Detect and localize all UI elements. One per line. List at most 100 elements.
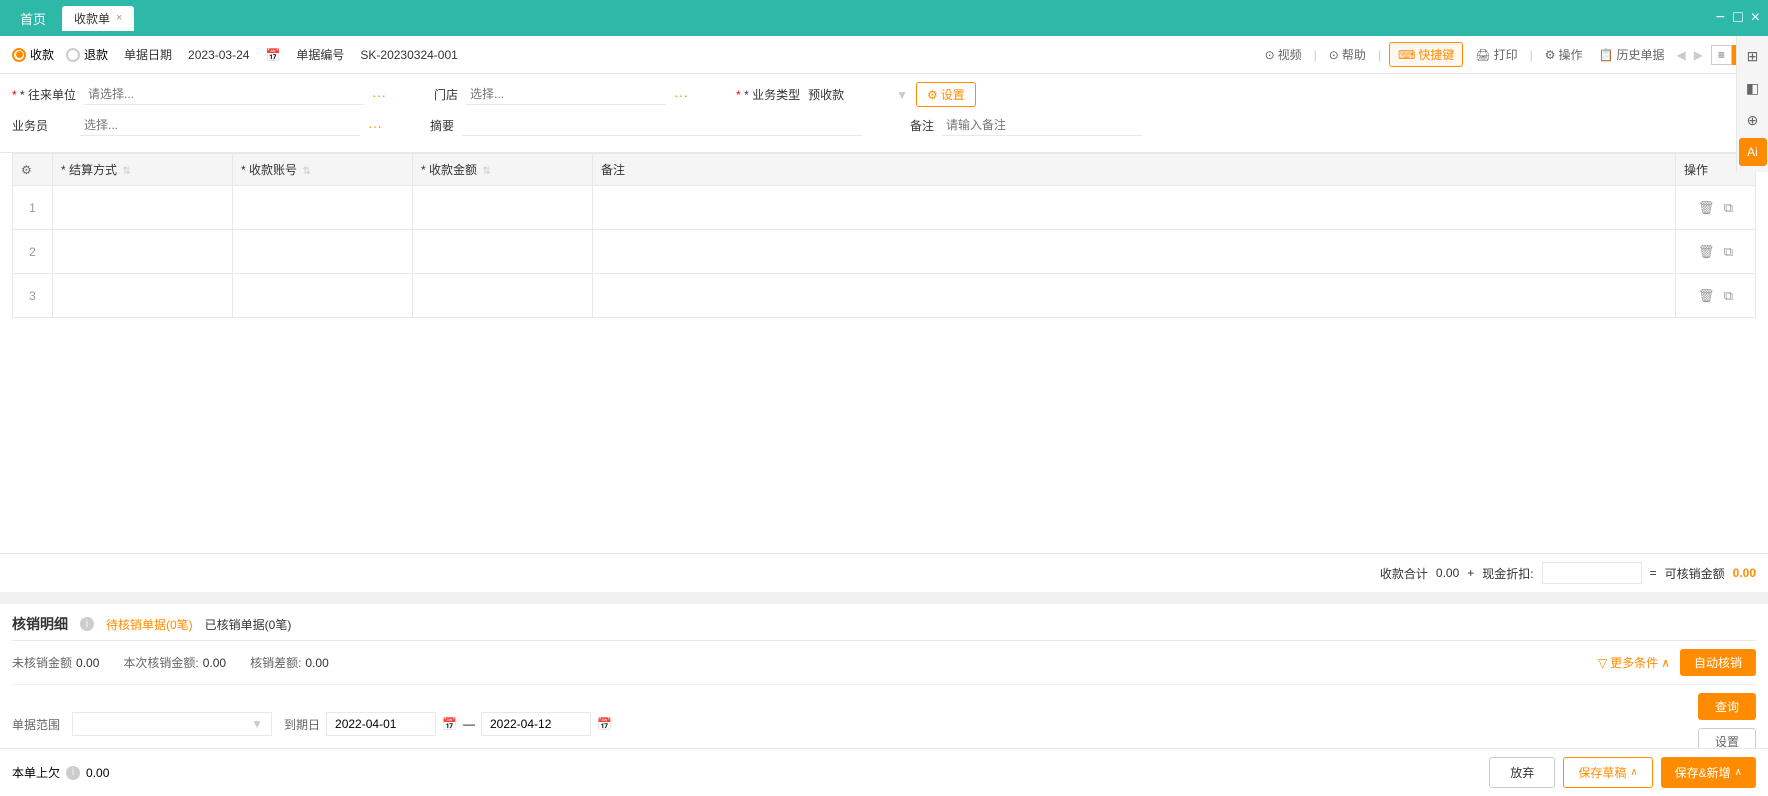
cell-note-3[interactable] — [593, 274, 1676, 318]
auto-writeoff-button[interactable]: 自动核销 — [1680, 649, 1756, 676]
sidebar-icon-ai[interactable]: Ai — [1739, 138, 1767, 166]
summary-input[interactable] — [462, 115, 862, 136]
save-draft-arrow-icon[interactable]: ∧ — [1630, 767, 1637, 778]
diff-value: 0.00 — [305, 656, 328, 670]
done-tab[interactable]: 已核销单据(0笔) — [205, 616, 292, 633]
delete-row-1-icon[interactable]: 🗑 — [1698, 200, 1715, 215]
save-new-button[interactable]: 保存&新增 ∧ — [1661, 757, 1756, 788]
copy-row-1-icon[interactable]: ⧉ — [1724, 200, 1733, 215]
staff-more-icon[interactable]: ··· — [368, 118, 382, 134]
summary-row: 收款合计 0.00 + 现金折扣: = 可核销金额 0.00 — [0, 553, 1768, 592]
cell-amount-2[interactable] — [413, 230, 593, 274]
save-new-arrow-icon[interactable]: ∧ — [1735, 767, 1742, 778]
date-to-input[interactable] — [481, 712, 591, 736]
abandon-button[interactable]: 放弃 — [1489, 757, 1555, 788]
calendar-icon[interactable]: 📅 — [265, 48, 280, 62]
note-input[interactable] — [942, 115, 1142, 136]
cell-account-1[interactable] — [233, 186, 413, 230]
cell-actions-3: 🗑 ⧉ — [1676, 274, 1756, 318]
form-type-radio: 收款 退款 — [12, 46, 108, 63]
staff-input[interactable] — [80, 115, 360, 136]
print-icon: 🖨 — [1475, 48, 1490, 62]
writeoff-info-icon[interactable]: i — [80, 617, 94, 631]
cell-settlement-3[interactable] — [53, 274, 233, 318]
calendar-from-icon[interactable]: 📅 — [442, 717, 457, 731]
cell-amount-3[interactable] — [413, 274, 593, 318]
radio-refund-label: 退款 — [84, 46, 108, 63]
radio-refund-circle — [66, 48, 80, 62]
copy-row-3-icon[interactable]: ⧉ — [1724, 288, 1733, 303]
cell-note-2[interactable] — [593, 230, 1676, 274]
date-from-input[interactable] — [326, 712, 436, 736]
print-btn[interactable]: 🖨 打印 — [1471, 44, 1521, 65]
writeoff-header: 核销明细 i 待核销单据(0笔) 已核销单据(0笔) — [12, 604, 1756, 641]
main-content: 收款 退款 单据日期 2023-03-24 📅 单据编号 SK-20230324… — [0, 36, 1768, 796]
help-btn[interactable]: ⊙ 帮助 — [1325, 44, 1370, 65]
delete-row-3-icon[interactable]: 🗑 — [1698, 288, 1715, 303]
query-button[interactable]: 查询 — [1698, 693, 1756, 720]
business-type-dropdown-icon[interactable]: ▼ — [896, 88, 908, 102]
action-icon: ⚙ — [1545, 48, 1556, 62]
cell-amount-1[interactable] — [413, 186, 593, 230]
more-conditions-btn[interactable]: ▽ 更多条件 ∧ — [1598, 654, 1670, 671]
close-window-icon[interactable]: × — [1751, 9, 1760, 27]
balance-info-icon[interactable]: i — [66, 766, 80, 780]
writeoff-title: 核销明细 — [12, 614, 68, 634]
maximize-icon[interactable]: □ — [1733, 9, 1743, 27]
action-btn[interactable]: ⚙ 操作 — [1541, 44, 1587, 65]
tab-active-label: 收款单 — [74, 10, 110, 27]
settings-button[interactable]: ⚙ 设置 — [916, 82, 976, 107]
tab-bar-left: 首页 收款单 × — [8, 5, 134, 32]
counterpart-input[interactable] — [84, 84, 364, 105]
history-btn[interactable]: 📋 历史单据 — [1594, 44, 1668, 65]
tab-bar-right: − □ × — [1716, 9, 1760, 27]
store-more-icon[interactable]: ··· — [674, 87, 688, 103]
row-num-1: 1 — [13, 186, 53, 230]
sidebar-icon-1[interactable]: ⊞ — [1739, 42, 1767, 70]
tab-active[interactable]: 收款单 × — [62, 6, 134, 31]
row-num-2: 2 — [13, 230, 53, 274]
bottom-left: 本单上欠 i 0.00 — [12, 764, 109, 781]
range-label: 单据范围 — [12, 716, 60, 733]
cell-settlement-2[interactable] — [53, 230, 233, 274]
plus-sign: + — [1467, 566, 1474, 580]
sidebar-icon-3[interactable]: ⊕ — [1739, 106, 1767, 134]
th-account: * 收款账号 ⇅ — [233, 154, 413, 186]
delete-row-2-icon[interactable]: 🗑 — [1698, 244, 1715, 259]
form-row-1: * 往来单位 ··· 门店 ··· * 业务类型 预收款 ▼ ⚙ 设置 — [12, 82, 1756, 107]
table-settings-gear-icon[interactable]: ⚙ — [21, 163, 32, 177]
discount-input[interactable] — [1542, 562, 1642, 584]
diff-label: 核销差额: — [250, 654, 301, 671]
save-draft-button[interactable]: 保存草稿 ∧ — [1563, 757, 1652, 788]
table-row: 3 🗑 ⧉ — [13, 274, 1756, 318]
tab-home[interactable]: 首页 — [8, 5, 58, 32]
range-select[interactable]: ▼ — [72, 712, 272, 736]
calendar-to-icon[interactable]: 📅 — [597, 717, 612, 731]
cell-account-2[interactable] — [233, 230, 413, 274]
minimize-icon[interactable]: − — [1716, 9, 1725, 27]
counterpart-more-icon[interactable]: ··· — [372, 87, 386, 103]
cell-account-3[interactable] — [233, 274, 413, 318]
copy-row-2-icon[interactable]: ⧉ — [1724, 244, 1733, 259]
radio-receive[interactable]: 收款 — [12, 46, 54, 63]
video-btn[interactable]: ⊙ 视频 — [1261, 44, 1306, 65]
cell-settlement-1[interactable] — [53, 186, 233, 230]
th-amount: * 收款金额 ⇅ — [413, 154, 593, 186]
view-list-btn[interactable]: ≡ — [1711, 45, 1732, 65]
sidebar-icon-2[interactable]: ◧ — [1739, 74, 1767, 102]
tab-close-icon[interactable]: × — [116, 12, 122, 24]
pending-tab[interactable]: 待核销单据(0笔) — [106, 616, 193, 633]
filter-date-group: 到期日 📅 — 📅 — [284, 712, 612, 736]
keyboard-icon: ⌨ — [1398, 48, 1415, 62]
radio-refund[interactable]: 退款 — [66, 46, 108, 63]
th-settings[interactable]: ⚙ — [13, 154, 53, 186]
date-label: 单据日期 — [124, 46, 172, 63]
cell-note-1[interactable] — [593, 186, 1676, 230]
summary-label: 摘要 — [390, 117, 454, 134]
date-value: 2023-03-24 — [188, 48, 249, 62]
store-input[interactable] — [466, 84, 666, 105]
number-value: SK-20230324-001 — [360, 48, 457, 62]
counterpart-label: * 往来单位 — [12, 86, 76, 103]
shortcut-btn[interactable]: ⌨ 快捷键 — [1389, 42, 1463, 67]
staff-label: 业务员 — [12, 117, 72, 134]
